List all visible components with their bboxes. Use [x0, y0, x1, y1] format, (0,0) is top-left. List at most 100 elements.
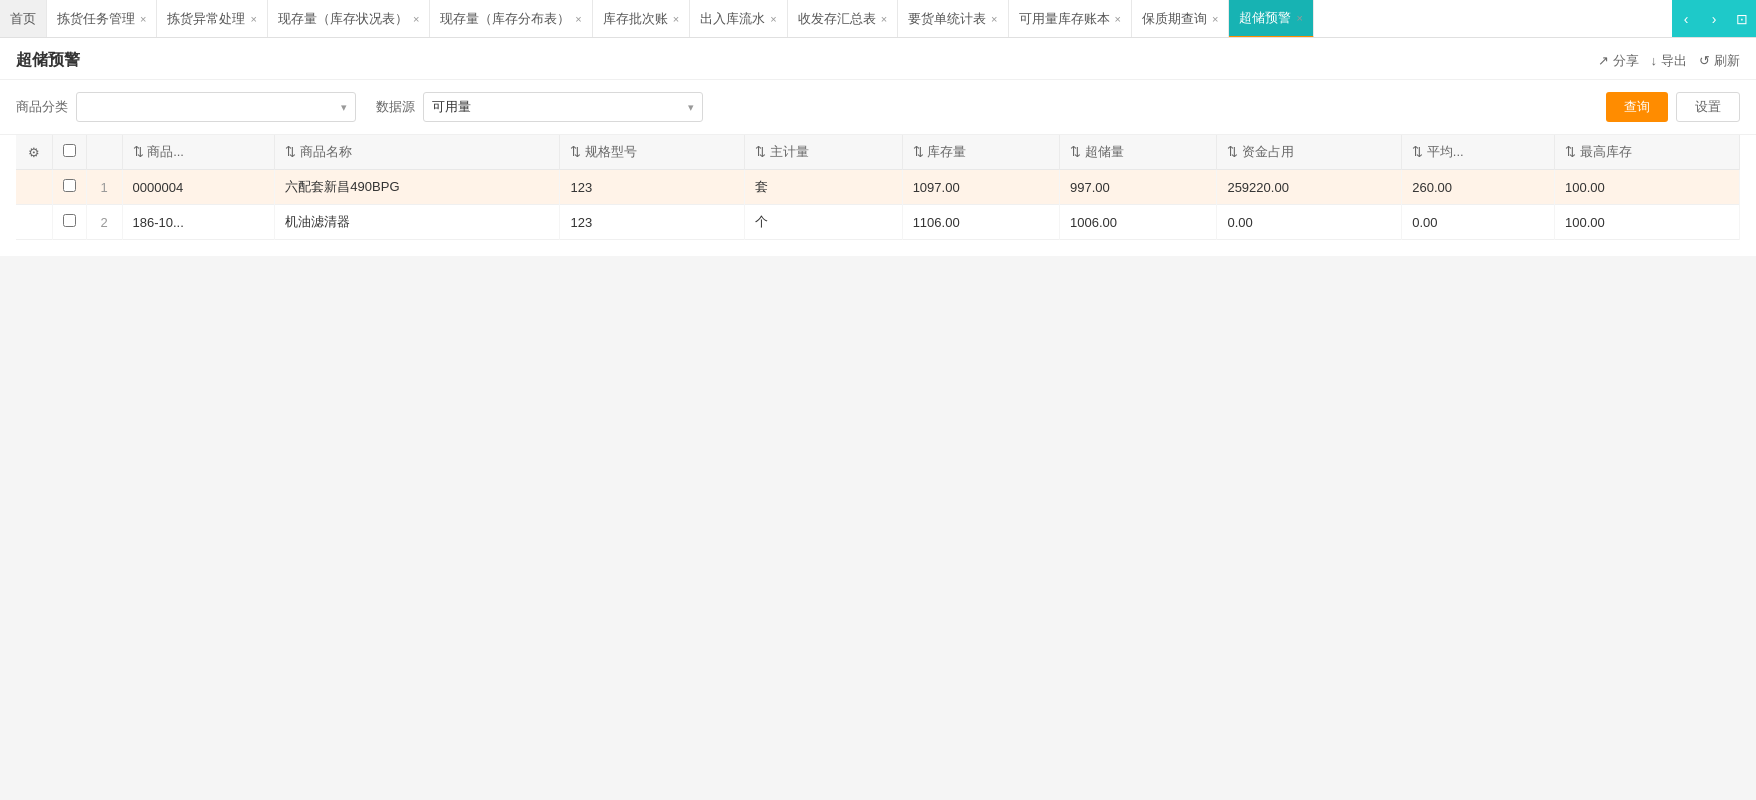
close-icon-batch-acct[interactable]: ×: [673, 13, 679, 25]
sort-icon-goods-code: ⇅: [133, 144, 144, 159]
sort-icon-stock-qty: ⇅: [913, 144, 924, 159]
col-goods-name[interactable]: ⇅ 商品名称: [275, 135, 560, 170]
nav-item-task-mgmt[interactable]: 拣货任务管理 ×: [47, 0, 157, 38]
share-label: 分享: [1613, 52, 1639, 70]
nav-item-avail-acct[interactable]: 可用量库存账本 ×: [1009, 0, 1132, 38]
nav-label-abnormal: 拣货异常处理: [167, 10, 245, 28]
close-icon-inventory-status[interactable]: ×: [413, 13, 419, 25]
row-capital-occ-1: 0.00: [1217, 205, 1402, 240]
col-gear[interactable]: ⚙: [16, 135, 52, 170]
refresh-icon: ↺: [1699, 53, 1710, 68]
close-icon-inout-flow[interactable]: ×: [770, 13, 776, 25]
row-checkbox-input-1[interactable]: [63, 214, 76, 227]
datasource-label: 数据源: [376, 98, 415, 116]
nav-label-order-stat: 要货单统计表: [908, 10, 986, 28]
nav-label-task-mgmt: 拣货任务管理: [57, 10, 135, 28]
nav-item-inventory-status[interactable]: 现存量（库存状况表） ×: [268, 0, 430, 38]
col-unit[interactable]: ⇅ 主计量: [745, 135, 902, 170]
col-rownum: [86, 135, 122, 170]
nav-label-quality-check: 保质期查询: [1142, 10, 1207, 28]
nav-item-overstock-warn[interactable]: 超储预警 ×: [1229, 0, 1313, 38]
close-icon-order-stat[interactable]: ×: [991, 13, 997, 25]
row-unit-0: 套: [745, 170, 902, 205]
settings-button[interactable]: 设置: [1676, 92, 1740, 122]
nav-item-batch-acct[interactable]: 库存批次账 ×: [593, 0, 690, 38]
row-goods-name-1: 机油滤清器: [275, 205, 560, 240]
row-spec-0: 123: [560, 170, 745, 205]
sort-icon-unit: ⇅: [755, 144, 766, 159]
select-all-checkbox[interactable]: [63, 144, 76, 157]
sort-icon-avg: ⇅: [1412, 144, 1423, 159]
page-title: 超储预警: [16, 50, 80, 71]
table-row: 1 0000004 六配套新昌490BPG 123 套 1097.00 997.…: [16, 170, 1740, 205]
close-icon-inventory-dist[interactable]: ×: [575, 13, 581, 25]
datasource-select[interactable]: 可用量 ▾: [423, 92, 703, 122]
nav-arrows: ‹ › ⊡: [1672, 0, 1756, 38]
share-icon: ↗: [1598, 53, 1609, 68]
col-avg[interactable]: ⇅ 平均...: [1402, 135, 1555, 170]
row-stock-qty-0: 1097.00: [902, 170, 1059, 205]
row-goods-code-1: 186-10...: [122, 205, 275, 240]
nav-label-inventory-dist: 现存量（库存分布表）: [440, 10, 570, 28]
nav-label-batch-acct: 库存批次账: [603, 10, 668, 28]
close-icon-task-mgmt[interactable]: ×: [140, 13, 146, 25]
row-max-stock-1: 100.00: [1555, 205, 1740, 240]
export-button[interactable]: ↓ 导出: [1651, 52, 1688, 70]
close-icon-abnormal[interactable]: ×: [250, 13, 256, 25]
row-goods-code-0: 0000004: [122, 170, 275, 205]
category-label: 商品分类: [16, 98, 68, 116]
row-checkbox-0[interactable]: [52, 170, 86, 205]
nav-item-inventory-dist[interactable]: 现存量（库存分布表） ×: [430, 0, 592, 38]
col-stock-qty[interactable]: ⇅ 库存量: [902, 135, 1059, 170]
close-icon-quality-check[interactable]: ×: [1212, 13, 1218, 25]
row-goods-name-0: 六配套新昌490BPG: [275, 170, 560, 205]
datasource-select-value: 可用量: [432, 98, 471, 116]
row-checkbox-input-0[interactable]: [63, 179, 76, 192]
sort-icon-spec: ⇅: [570, 144, 581, 159]
col-capital-occ[interactable]: ⇅ 资金占用: [1217, 135, 1402, 170]
overstock-table: ⚙ ⇅ 商品... ⇅ 商品名称 ⇅ 规格型号: [16, 135, 1740, 240]
filter-group-datasource: 数据源 可用量 ▾: [376, 92, 703, 122]
query-button[interactable]: 查询: [1606, 92, 1668, 122]
row-checkbox-1[interactable]: [52, 205, 86, 240]
nav-item-home-label: 首页: [10, 10, 36, 28]
filter-buttons: 查询 设置: [1606, 92, 1740, 122]
row-num-1: 2: [86, 205, 122, 240]
col-checkbox[interactable]: [52, 135, 86, 170]
row-max-stock-0: 100.00: [1555, 170, 1740, 205]
row-gear-0[interactable]: [16, 170, 52, 205]
sort-icon-capital-occ: ⇅: [1227, 144, 1238, 159]
export-icon: ↓: [1651, 53, 1658, 68]
table-header-row: ⚙ ⇅ 商品... ⇅ 商品名称 ⇅ 规格型号: [16, 135, 1740, 170]
col-goods-code[interactable]: ⇅ 商品...: [122, 135, 275, 170]
nav-item-quality-check[interactable]: 保质期查询 ×: [1132, 0, 1229, 38]
row-unit-1: 个: [745, 205, 902, 240]
row-avg-1: 0.00: [1402, 205, 1555, 240]
nav-item-home[interactable]: 首页: [0, 0, 47, 38]
close-icon-avail-acct[interactable]: ×: [1115, 13, 1121, 25]
share-button[interactable]: ↗ 分享: [1598, 52, 1639, 70]
nav-prev-button[interactable]: ‹: [1672, 0, 1700, 38]
nav-item-abnormal[interactable]: 拣货异常处理 ×: [157, 0, 267, 38]
row-gear-1[interactable]: [16, 205, 52, 240]
filter-group-category: 商品分类 ▾: [16, 92, 356, 122]
chevron-down-icon-category: ▾: [341, 101, 347, 114]
row-avg-0: 260.00: [1402, 170, 1555, 205]
refresh-label: 刷新: [1714, 52, 1740, 70]
chevron-down-icon-datasource: ▾: [688, 101, 694, 114]
col-overstock-qty[interactable]: ⇅ 超储量: [1060, 135, 1217, 170]
nav-label-overstock-warn: 超储预警: [1239, 9, 1291, 27]
nav-item-inout-flow[interactable]: 出入库流水 ×: [690, 0, 787, 38]
refresh-button[interactable]: ↺ 刷新: [1699, 52, 1740, 70]
nav-expand-button[interactable]: ⊡: [1728, 0, 1756, 38]
category-select[interactable]: ▾: [76, 92, 356, 122]
close-icon-overstock-warn[interactable]: ×: [1296, 12, 1302, 24]
nav-next-button[interactable]: ›: [1700, 0, 1728, 38]
row-stock-qty-1: 1106.00: [902, 205, 1059, 240]
col-max-stock[interactable]: ⇅ 最高库存: [1555, 135, 1740, 170]
nav-item-order-stat[interactable]: 要货单统计表 ×: [898, 0, 1008, 38]
nav-label-avail-acct: 可用量库存账本: [1019, 10, 1110, 28]
col-spec[interactable]: ⇅ 规格型号: [560, 135, 745, 170]
close-icon-collect-send[interactable]: ×: [881, 13, 887, 25]
nav-item-collect-send[interactable]: 收发存汇总表 ×: [788, 0, 898, 38]
